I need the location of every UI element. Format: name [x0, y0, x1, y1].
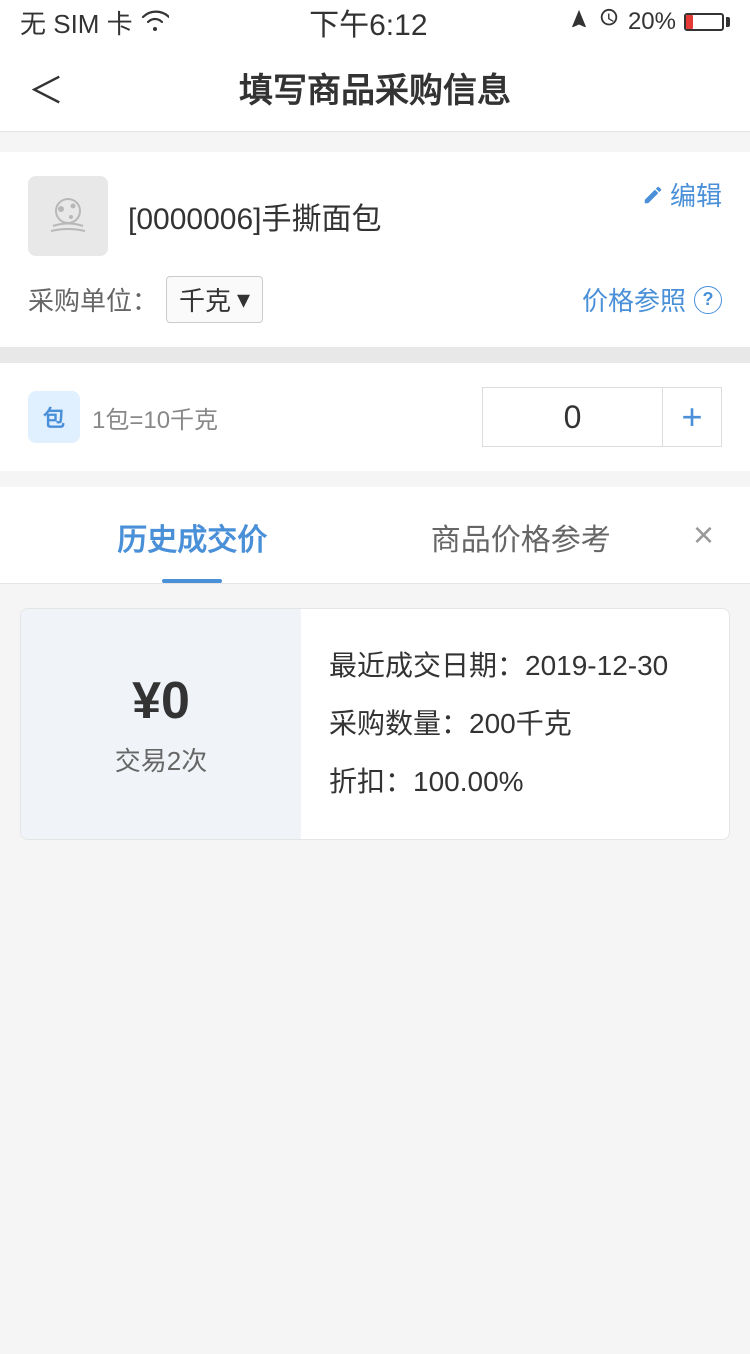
trade-count: 交易2次	[115, 741, 207, 778]
qty-controls: +	[482, 387, 722, 447]
edit-label: 编辑	[670, 176, 722, 213]
time-display: 下午6:12	[309, 0, 427, 44]
card-left: ¥0 交易2次	[21, 609, 301, 839]
card-right: 最近成交日期：2019-12-30 采购数量：200千克 折扣：100.00%	[301, 609, 729, 839]
price-ref-button[interactable]: 价格参照 ?	[582, 281, 722, 318]
discount-label: 折扣：	[329, 766, 413, 797]
qty-row: 采购数量：200千克	[329, 703, 701, 745]
unit-arrow: ▾	[237, 284, 250, 315]
tab2-label: 商品价格参考	[431, 524, 611, 557]
status-bar: 无 SIM 卡 下午6:12 20%	[0, 0, 750, 44]
unit-value: 千克	[179, 281, 231, 318]
discount-row: 折扣：100.00%	[329, 761, 701, 803]
product-card: [0000006]手撕面包 编辑 采购单位： 千克 ▾ 价格参照 ?	[0, 152, 750, 347]
history-card: ¥0 交易2次 最近成交日期：2019-12-30 采购数量：200千克 折扣：…	[20, 608, 730, 840]
recent-date-row: 最近成交日期：2019-12-30	[329, 645, 701, 687]
status-left: 无 SIM 卡	[20, 4, 169, 41]
tabs-container: 历史成交价 商品价格参考 ×	[0, 487, 750, 584]
edit-button[interactable]: 编辑	[642, 176, 722, 213]
unit-select[interactable]: 千克 ▾	[166, 276, 263, 323]
quantity-row: 包 1包=10千克 +	[0, 363, 750, 471]
currency-symbol: ¥	[132, 672, 161, 730]
alarm-icon	[598, 8, 620, 37]
recent-date-value: 2019-12-30	[525, 650, 668, 681]
section-divider	[0, 347, 750, 363]
price-value: 0	[161, 672, 190, 730]
page-title: 填写商品采购信息	[239, 63, 511, 112]
unit-info: 包 1包=10千克	[28, 391, 218, 443]
recent-date-label: 最近成交日期：	[329, 650, 525, 681]
unit-label: 采购单位： 千克 ▾	[28, 276, 263, 323]
discount-value: 100.00%	[413, 766, 524, 797]
gps-icon	[568, 8, 590, 37]
battery-percent: 20%	[628, 8, 676, 36]
price-ref-label: 价格参照	[582, 281, 686, 318]
battery-icon	[684, 13, 730, 31]
product-meta: 采购单位： 千克 ▾ 价格参照 ?	[28, 276, 722, 323]
product-icon	[28, 176, 108, 256]
nav-bar: ＜ 填写商品采购信息	[0, 44, 750, 132]
product-header: [0000006]手撕面包 编辑	[28, 176, 722, 256]
tab-product-price-ref[interactable]: 商品价格参考	[356, 487, 684, 583]
tab-history-price[interactable]: 历史成交价	[28, 487, 356, 583]
back-button[interactable]: ＜	[28, 62, 64, 114]
unit-desc: 1包=10千克	[92, 400, 218, 435]
tab1-label: 历史成交价	[117, 524, 267, 557]
product-left: [0000006]手撕面包	[28, 176, 381, 256]
help-icon: ?	[694, 286, 722, 314]
main-content: [0000006]手撕面包 编辑 采购单位： 千克 ▾ 价格参照 ?	[0, 152, 750, 1354]
unit-short: 包	[43, 401, 65, 433]
price-amount: ¥0	[132, 670, 190, 732]
wifi-icon	[141, 7, 169, 38]
unit-badge: 包	[28, 391, 80, 443]
qty-label: 采购数量：	[329, 708, 469, 739]
product-name: [0000006]手撕面包	[128, 194, 381, 238]
tab-active-indicator	[162, 579, 222, 583]
tabs-close-button[interactable]: ×	[685, 509, 722, 561]
qty-value: 200千克	[469, 708, 572, 739]
quantity-input[interactable]	[482, 387, 662, 447]
carrier-text: 无 SIM 卡	[20, 4, 133, 41]
status-right: 20%	[568, 8, 730, 37]
qty-plus-button[interactable]: +	[662, 387, 722, 447]
